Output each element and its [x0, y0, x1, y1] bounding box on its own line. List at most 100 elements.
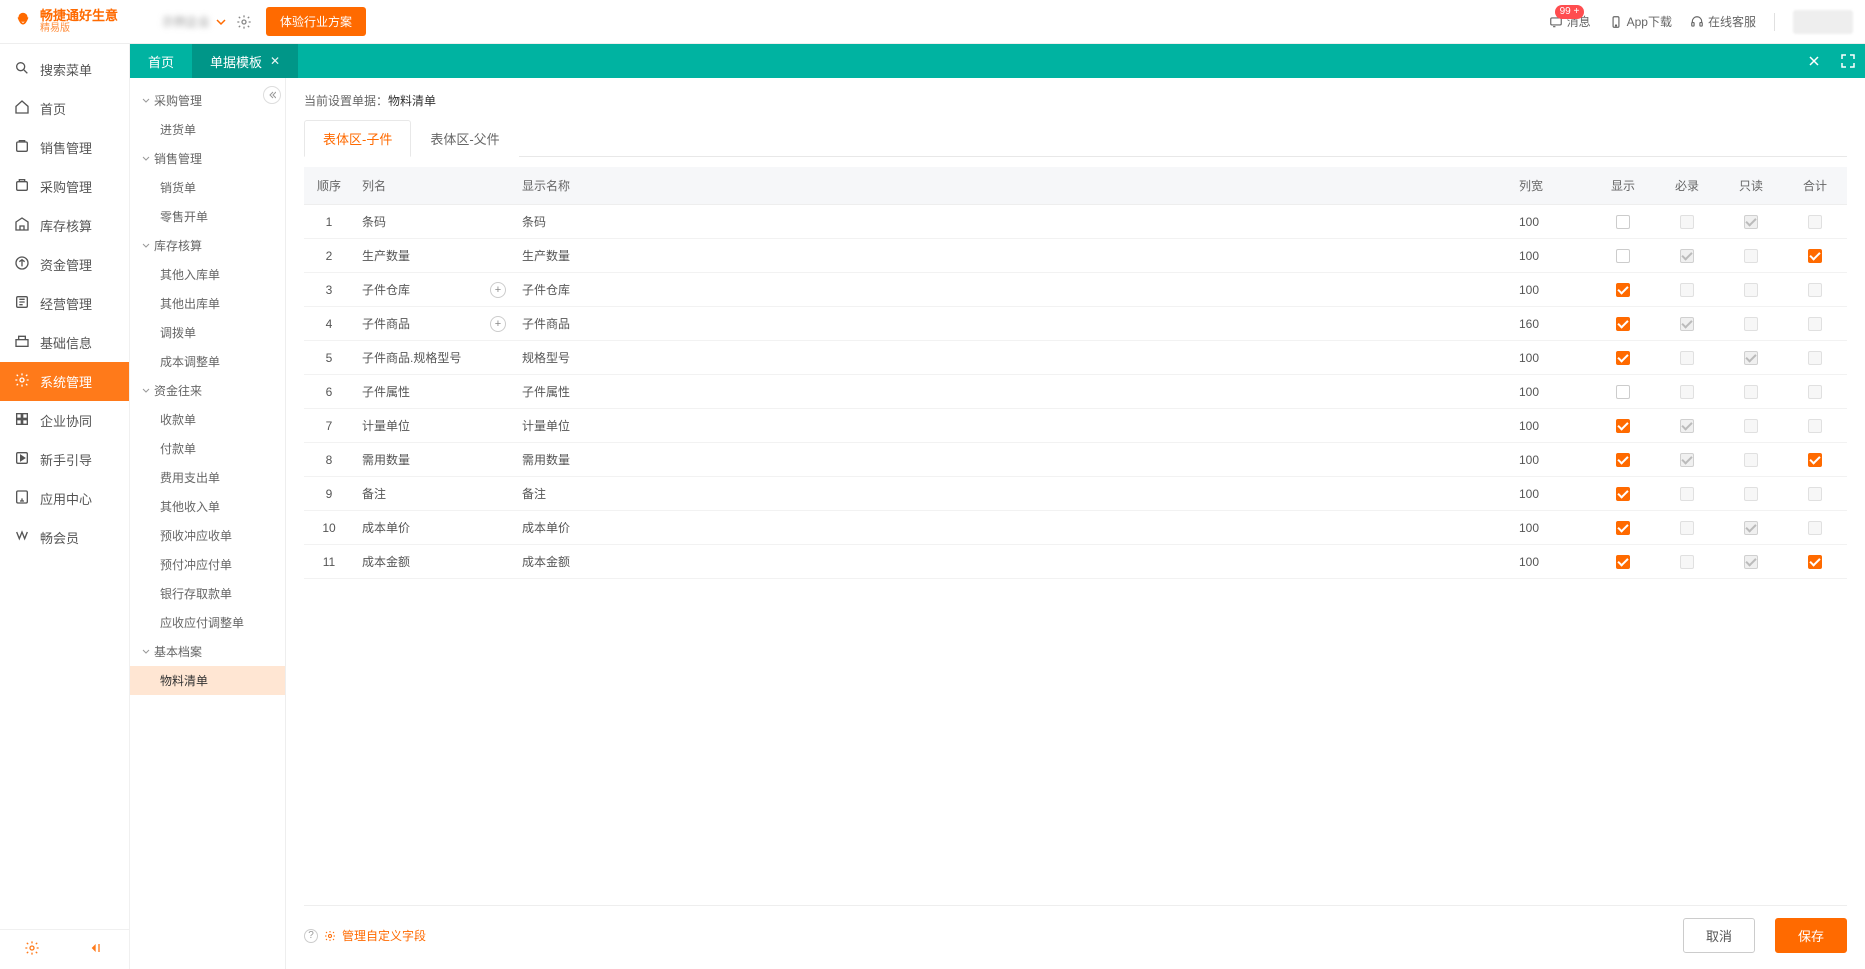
user-avatar[interactable]	[1793, 10, 1853, 34]
checkbox[interactable]	[1808, 453, 1822, 467]
online-service-link[interactable]: 在线客服	[1690, 13, 1756, 30]
checkbox[interactable]	[1616, 283, 1630, 297]
cancel-button[interactable]: 取消	[1683, 918, 1755, 953]
close-icon[interactable]: ✕	[270, 54, 280, 68]
nav-item-app[interactable]: 应用中心	[0, 479, 129, 518]
nav-item-fund[interactable]: 资金管理	[0, 245, 129, 284]
nav-item-purchase[interactable]: 采购管理	[0, 167, 129, 206]
nav-item-vip[interactable]: 畅会员	[0, 518, 129, 557]
cell-display-name[interactable]: 子件仓库	[514, 273, 1511, 307]
cell-display-name[interactable]: 条码	[514, 205, 1511, 239]
checkbox[interactable]	[1616, 487, 1630, 501]
cell-width[interactable]: 100	[1511, 511, 1591, 545]
cell-display-name[interactable]: 成本金额	[514, 545, 1511, 579]
side-item[interactable]: 预付冲应付单	[130, 550, 285, 579]
side-item[interactable]: 物料清单	[130, 666, 285, 695]
side-item[interactable]: 银行存取款单	[130, 579, 285, 608]
checkbox[interactable]	[1616, 351, 1630, 365]
side-item[interactable]: 预收冲应收单	[130, 521, 285, 550]
cell-width[interactable]: 100	[1511, 205, 1591, 239]
side-group-库存核算[interactable]: 库存核算	[130, 231, 285, 260]
checkbox[interactable]	[1616, 453, 1630, 467]
nav-item-coop[interactable]: 企业协同	[0, 401, 129, 440]
checkbox[interactable]	[1808, 555, 1822, 569]
side-group-基本档案[interactable]: 基本档案	[130, 637, 285, 666]
cell-width[interactable]: 100	[1511, 273, 1591, 307]
side-item[interactable]: 付款单	[130, 434, 285, 463]
side-item[interactable]: 调拨单	[130, 318, 285, 347]
side-item[interactable]: 其他入库单	[130, 260, 285, 289]
inner-tab[interactable]: 表体区-子件	[304, 120, 411, 157]
tab-单据模板[interactable]: 单据模板✕	[192, 44, 298, 78]
side-group-资金往来[interactable]: 资金往来	[130, 376, 285, 405]
side-item[interactable]: 零售开单	[130, 202, 285, 231]
cell-width[interactable]: 100	[1511, 409, 1591, 443]
checkbox[interactable]	[1808, 249, 1822, 263]
cell-width[interactable]: 100	[1511, 239, 1591, 273]
side-item[interactable]: 应收应付调整单	[130, 608, 285, 637]
gear-icon[interactable]	[236, 14, 252, 30]
checkbox[interactable]	[1616, 385, 1630, 399]
messages-link[interactable]: 99 + 消息	[1549, 13, 1591, 30]
nav-item-home[interactable]: 首页	[0, 89, 129, 128]
cell-display-name[interactable]: 需用数量	[514, 443, 1511, 477]
nav-item-guide[interactable]: 新手引导	[0, 440, 129, 479]
tenant-selector[interactable]: 示例企业	[162, 13, 226, 30]
side-item[interactable]: 销货单	[130, 173, 285, 202]
save-button[interactable]: 保存	[1775, 918, 1847, 953]
cell-col-name[interactable]: 子件仓库+	[354, 273, 514, 307]
app-download-link[interactable]: App下载	[1609, 13, 1672, 30]
checkbox[interactable]	[1616, 419, 1630, 433]
cell-col-name[interactable]: 子件商品.规格型号	[354, 341, 514, 375]
side-item[interactable]: 费用支出单	[130, 463, 285, 492]
tab-首页[interactable]: 首页	[130, 44, 192, 78]
side-item[interactable]: 其他出库单	[130, 289, 285, 318]
cell-display-name[interactable]: 生产数量	[514, 239, 1511, 273]
collapse-nav-icon[interactable]	[89, 940, 105, 959]
close-all-tabs-icon[interactable]	[1797, 44, 1831, 78]
cell-col-name[interactable]: 需用数量	[354, 443, 514, 477]
nav-item-sale[interactable]: 销售管理	[0, 128, 129, 167]
cell-width[interactable]: 100	[1511, 375, 1591, 409]
nav-item-stock[interactable]: 库存核算	[0, 206, 129, 245]
cell-width[interactable]: 100	[1511, 443, 1591, 477]
cell-col-name[interactable]: 子件属性	[354, 375, 514, 409]
side-item[interactable]: 成本调整单	[130, 347, 285, 376]
cell-col-name[interactable]: 备注	[354, 477, 514, 511]
cell-col-name[interactable]: 成本金额	[354, 545, 514, 579]
side-item[interactable]: 收款单	[130, 405, 285, 434]
inner-tab[interactable]: 表体区-父件	[411, 120, 518, 157]
nav-item-base[interactable]: 基础信息	[0, 323, 129, 362]
side-group-采购管理[interactable]: 采购管理	[130, 86, 285, 115]
cell-display-name[interactable]: 规格型号	[514, 341, 1511, 375]
fullscreen-icon[interactable]	[1831, 44, 1865, 78]
cell-display-name[interactable]: 子件属性	[514, 375, 1511, 409]
cell-width[interactable]: 100	[1511, 477, 1591, 511]
cell-col-name[interactable]: 成本单价	[354, 511, 514, 545]
side-item[interactable]: 进货单	[130, 115, 285, 144]
cell-display-name[interactable]: 成本单价	[514, 511, 1511, 545]
checkbox[interactable]	[1616, 317, 1630, 331]
collapse-panel-icon[interactable]	[263, 86, 281, 104]
side-item[interactable]: 其他收入单	[130, 492, 285, 521]
add-icon[interactable]: +	[490, 282, 506, 298]
cell-col-name[interactable]: 条码	[354, 205, 514, 239]
checkbox[interactable]	[1616, 249, 1630, 263]
cell-col-name[interactable]: 计量单位	[354, 409, 514, 443]
cell-width[interactable]: 160	[1511, 307, 1591, 341]
settings-icon[interactable]	[24, 940, 40, 959]
manage-custom-fields-link[interactable]: ? 管理自定义字段	[304, 927, 426, 944]
cell-display-name[interactable]: 备注	[514, 477, 1511, 511]
trial-button[interactable]: 体验行业方案	[266, 7, 366, 36]
cell-col-name[interactable]: 子件商品+	[354, 307, 514, 341]
checkbox[interactable]	[1616, 555, 1630, 569]
cell-width[interactable]: 100	[1511, 341, 1591, 375]
nav-item-biz[interactable]: 经营管理	[0, 284, 129, 323]
cell-col-name[interactable]: 生产数量	[354, 239, 514, 273]
checkbox[interactable]	[1616, 215, 1630, 229]
cell-display-name[interactable]: 计量单位	[514, 409, 1511, 443]
checkbox[interactable]	[1616, 521, 1630, 535]
add-icon[interactable]: +	[490, 316, 506, 332]
side-group-销售管理[interactable]: 销售管理	[130, 144, 285, 173]
cell-display-name[interactable]: 子件商品	[514, 307, 1511, 341]
